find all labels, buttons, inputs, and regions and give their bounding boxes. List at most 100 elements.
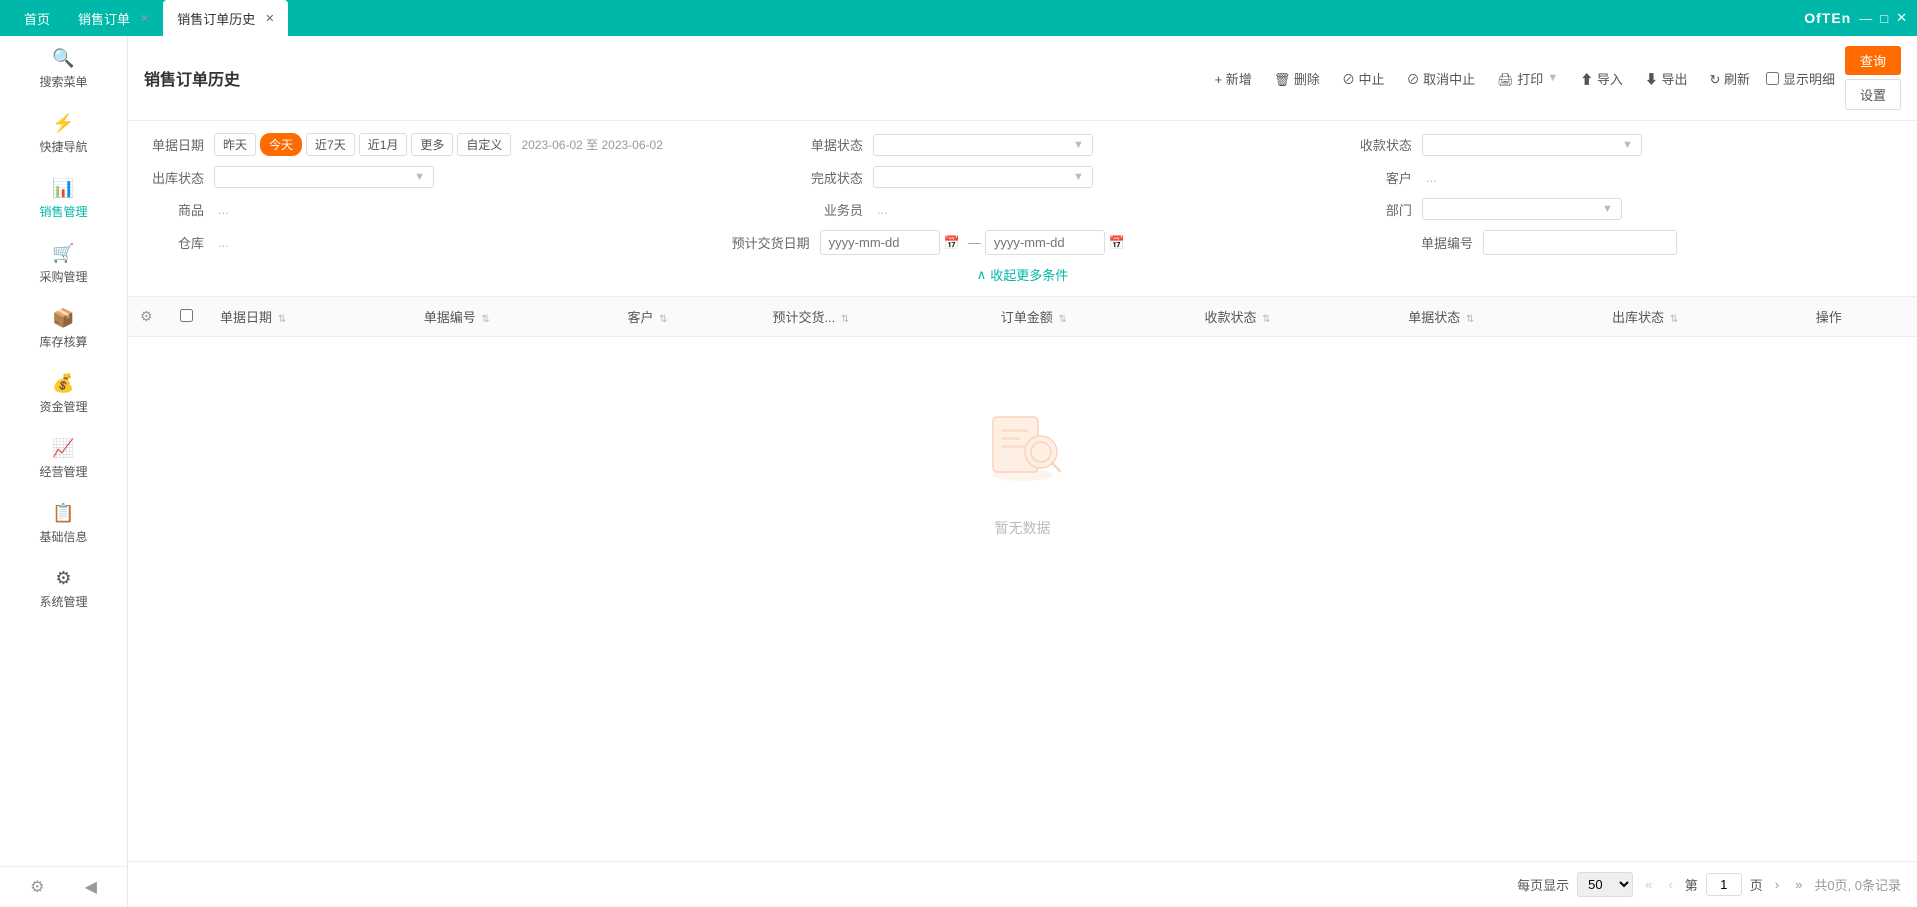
new-button[interactable]: + 新增 xyxy=(1209,65,1258,92)
export-label: ⬇ 导出 xyxy=(1645,69,1688,88)
bill-no-label: 单据编号 xyxy=(1413,233,1483,252)
table-settings-btn[interactable]: ⚙ xyxy=(140,308,153,325)
print-chevron-icon: ▼ xyxy=(1547,72,1558,84)
import-label: ⬆ 导入 xyxy=(1580,69,1623,88)
stop-button[interactable]: ⊘ 中止 xyxy=(1336,65,1391,92)
collapse-up-icon: ∧ xyxy=(977,267,987,283)
sidebar-item-sales-mgmt[interactable]: 📊 销售管理 xyxy=(0,166,127,231)
sidebar-collapse-btn[interactable]: ◀ xyxy=(85,877,97,897)
sidebar-item-sys-mgmt[interactable]: ⚙ 系统管理 xyxy=(0,556,127,621)
filter-row-3: 商品 ... 业务员 ... 部门 ▼ xyxy=(144,198,1901,220)
brand-label: OfTEn xyxy=(1804,10,1851,26)
date-custom-btn[interactable]: 自定义 xyxy=(457,133,511,156)
tab-sales-order[interactable]: 销售订单 ✕ xyxy=(64,0,163,36)
date-yesterday-btn[interactable]: 昨天 xyxy=(214,133,256,156)
close-btn[interactable]: ✕ xyxy=(1896,10,1907,26)
filter-row-4: 仓库 ... 预计交货日期 📅 — 📅 单据编号 xyxy=(144,230,1901,255)
first-page-btn[interactable]: « xyxy=(1641,875,1656,894)
query-button[interactable]: 查询 xyxy=(1845,46,1901,75)
sidebar-item-inventory[interactable]: 📦 库存核算 xyxy=(0,296,127,361)
salesperson-label: 业务员 xyxy=(803,200,873,219)
filter-settings-button[interactable]: 设置 xyxy=(1845,79,1901,110)
basic-info-icon: 📋 xyxy=(52,503,74,524)
purchase-mgmt-icon: 🛒 xyxy=(52,243,74,264)
date-today-btn[interactable]: 今天 xyxy=(260,133,302,156)
sidebar-item-search-menu[interactable]: 🔍 搜索菜单 xyxy=(0,36,127,101)
date-end-calendar-icon[interactable]: 📅 xyxy=(1109,235,1125,251)
sort-receipt-status-icon[interactable]: ⇅ xyxy=(1262,314,1270,325)
dept-chevron-icon: ▼ xyxy=(1602,203,1613,215)
date-more-btn[interactable]: 更多 xyxy=(411,133,453,156)
sidebar-item-label: 基础信息 xyxy=(39,528,87,545)
sidebar-item-label: 资金管理 xyxy=(39,398,87,415)
sort-customer-icon[interactable]: ⇅ xyxy=(659,314,667,325)
out-status-select[interactable]: ▼ xyxy=(214,166,434,188)
delete-button[interactable]: 🗑 删除 xyxy=(1268,65,1326,92)
sidebar-item-operations[interactable]: 📈 经营管理 xyxy=(0,426,127,491)
goods-label: 商品 xyxy=(144,200,214,219)
sidebar-item-basic-info[interactable]: 📋 基础信息 xyxy=(0,491,127,556)
sort-expected-date-icon[interactable]: ⇅ xyxy=(841,314,849,325)
col-customer: 客户 ⇅ xyxy=(616,297,761,337)
select-all-checkbox[interactable] xyxy=(180,309,193,322)
tab-sales-order-history[interactable]: 销售订单历史 ✕ xyxy=(163,0,288,36)
close-sales-order-tab[interactable]: ✕ xyxy=(140,12,149,25)
dept-select[interactable]: ▼ xyxy=(1422,198,1622,220)
col-bill-status: 单据状态 ⇅ xyxy=(1396,297,1600,337)
salesperson-picker[interactable]: ... xyxy=(877,202,888,217)
restore-btn[interactable]: □ xyxy=(1880,11,1888,26)
complete-status-select[interactable]: ▼ xyxy=(873,166,1093,188)
export-button[interactable]: ⬇ 导出 xyxy=(1639,65,1694,92)
sidebar-settings-btn[interactable]: ⚙ xyxy=(30,877,44,897)
sort-order-amount-icon[interactable]: ⇅ xyxy=(1058,314,1066,325)
page-number-input[interactable] xyxy=(1706,873,1742,896)
dept-label: 部门 xyxy=(1352,200,1422,219)
warehouse-picker[interactable]: ... xyxy=(218,235,229,250)
filter-cell-bill-status: 单据状态 ▼ xyxy=(803,134,1352,156)
import-button[interactable]: ⬆ 导入 xyxy=(1574,65,1629,92)
collapse-btn[interactable]: ∧ 收起更多条件 xyxy=(144,265,1901,284)
minimize-btn[interactable]: — xyxy=(1859,11,1872,26)
date-start-calendar-icon[interactable]: 📅 xyxy=(944,235,960,251)
prev-page-btn[interactable]: ‹ xyxy=(1664,875,1676,894)
col-bill-no: 单据编号 ⇅ xyxy=(412,297,616,337)
sort-bill-no-icon[interactable]: ⇅ xyxy=(481,314,489,325)
sort-bill-date-icon[interactable]: ⇅ xyxy=(278,314,286,325)
table-footer: 每页显示 50 20 100 200 « ‹ 第 页 › » 共0页, 0条记录 xyxy=(128,861,1917,907)
sort-bill-status-icon[interactable]: ⇅ xyxy=(1466,314,1474,325)
filter-cell-dept: 部门 ▼ xyxy=(1352,198,1901,220)
customer-label: 客户 xyxy=(1352,168,1422,187)
goods-picker[interactable]: ... xyxy=(218,202,229,217)
page-size-select[interactable]: 50 20 100 200 xyxy=(1577,872,1633,897)
refresh-label: ↻ 刷新 xyxy=(1709,69,1750,88)
receipt-status-select[interactable]: ▼ xyxy=(1422,134,1642,156)
bill-no-input[interactable] xyxy=(1483,230,1677,255)
date-7days-btn[interactable]: 近7天 xyxy=(306,133,355,156)
top-bar: 首页 销售订单 ✕ 销售订单历史 ✕ OfTEn — □ ✕ xyxy=(0,0,1917,36)
next-page-btn[interactable]: › xyxy=(1771,875,1783,894)
filter-cell-bill-no: 单据编号 xyxy=(1413,230,1901,255)
cancel-stop-button[interactable]: ⊘ 取消中止 xyxy=(1401,65,1482,92)
sidebar-item-quick-nav[interactable]: ⚡ 快捷导航 xyxy=(0,101,127,166)
bill-status-select[interactable]: ▼ xyxy=(873,134,1093,156)
col-bill-date: 单据日期 ⇅ xyxy=(208,297,412,337)
col-receipt-status: 收款状态 ⇅ xyxy=(1192,297,1396,337)
refresh-button[interactable]: ↻ 刷新 xyxy=(1703,65,1756,92)
last-page-btn[interactable]: » xyxy=(1791,875,1806,894)
customer-picker[interactable]: ... xyxy=(1426,170,1437,185)
display-detail-checkbox[interactable] xyxy=(1766,72,1779,85)
sort-out-status-icon[interactable]: ⇅ xyxy=(1670,314,1678,325)
sidebar-item-finance[interactable]: 💰 资金管理 xyxy=(0,361,127,426)
date-month-btn[interactable]: 近1月 xyxy=(359,133,408,156)
tab-home[interactable]: 首页 xyxy=(10,0,64,36)
filter-cell-warehouse: 仓库 ... xyxy=(144,233,730,252)
quick-nav-icon: ⚡ xyxy=(52,113,74,134)
expected-date-end[interactable] xyxy=(985,230,1105,255)
sidebar-item-label: 快捷导航 xyxy=(39,138,87,155)
sidebar-item-label: 库存核算 xyxy=(39,333,87,350)
collapse-label: 收起更多条件 xyxy=(990,265,1068,284)
expected-date-start[interactable] xyxy=(820,230,940,255)
print-button[interactable]: 🖨 打印 ▼ xyxy=(1491,65,1564,92)
sidebar-item-purchase-mgmt[interactable]: 🛒 采购管理 xyxy=(0,231,127,296)
close-sales-order-history-tab[interactable]: ✕ xyxy=(265,12,274,25)
